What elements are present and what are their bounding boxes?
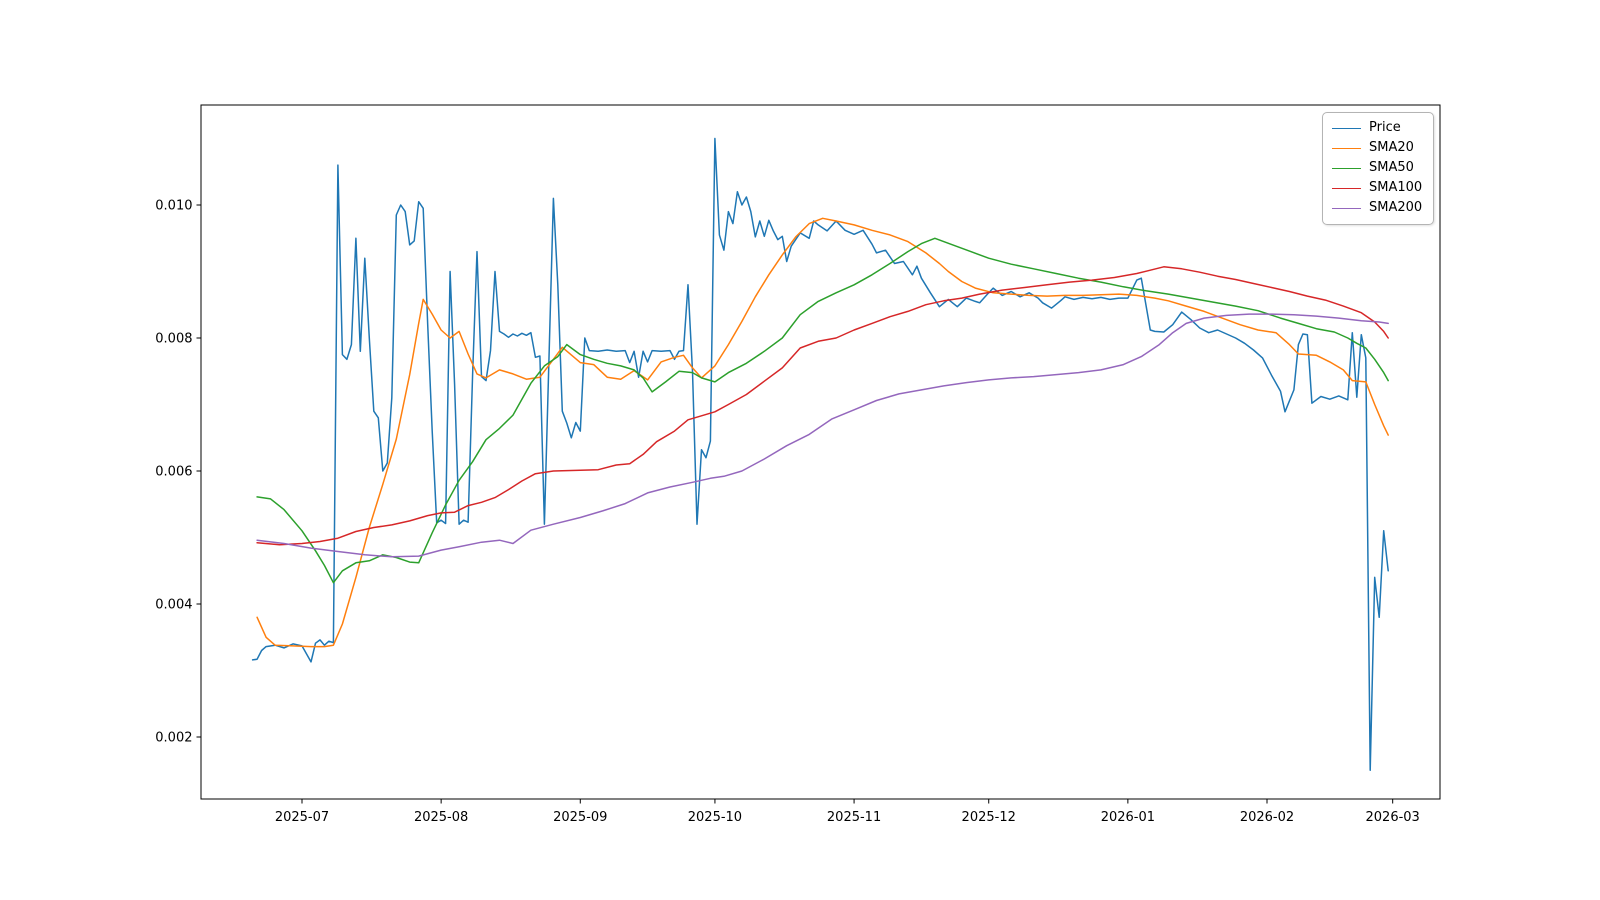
price-line (251, 137, 1389, 772)
y-axis-tick-label: 0.002 (155, 731, 192, 746)
sma50-line-swatch (1332, 167, 1361, 169)
x-axis-tick-label: 2025-09 (553, 810, 607, 825)
legend-entry-sma200: SMA200 (1332, 198, 1426, 218)
x-axis-tick-label: 2025-10 (688, 810, 742, 825)
legend-entry-price: Price (1332, 118, 1426, 138)
x-axis-tick-label: 2025-08 (414, 810, 468, 825)
price-line-swatch (1332, 127, 1361, 129)
legend-label-sma100: SMA100 (1369, 180, 1423, 195)
sma200-line (256, 313, 1389, 558)
sma20-line-swatch (1332, 147, 1361, 149)
y-axis-tick-label: 0.010 (155, 199, 192, 214)
legend-label-sma20: SMA20 (1369, 140, 1414, 155)
legend-box: Price SMA20 SMA50 SMA100 SMA200 (1322, 112, 1434, 225)
plot-frame (200, 104, 1441, 800)
legend-entry-sma100: SMA100 (1332, 178, 1426, 198)
x-axis-tick-label: 2026-02 (1240, 810, 1294, 825)
x-axis-tick-label: 2026-01 (1101, 810, 1155, 825)
series-layer (251, 137, 1389, 772)
legend-label-sma50: SMA50 (1369, 160, 1414, 175)
sma200-line-swatch (1332, 207, 1361, 209)
sma100-line-swatch (1332, 187, 1361, 189)
legend-label-sma200: SMA200 (1369, 200, 1423, 215)
legend-label-price: Price (1369, 120, 1401, 135)
legend-entry-sma20: SMA20 (1332, 138, 1426, 158)
x-axis-tick-label: 2025-11 (827, 810, 881, 825)
x-axis-tick-label: 2026-03 (1366, 810, 1420, 825)
x-axis-tick-label: 2025-12 (962, 810, 1016, 825)
y-axis-tick-label: 0.004 (155, 598, 192, 613)
y-axis-tick-label: 0.008 (155, 332, 192, 347)
axes-layer: 2025-07 2025-08 2025-09 2025-10 2025-11 2025-… (155, 199, 1420, 826)
legend-entry-sma50: SMA50 (1332, 158, 1426, 178)
y-axis-tick-label: 0.006 (155, 465, 192, 480)
x-axis-tick-label: 2025-07 (275, 810, 329, 825)
matplotlib-figure: 2025-07 2025-08 2025-09 2025-10 2025-11 2025-… (0, 0, 1600, 900)
